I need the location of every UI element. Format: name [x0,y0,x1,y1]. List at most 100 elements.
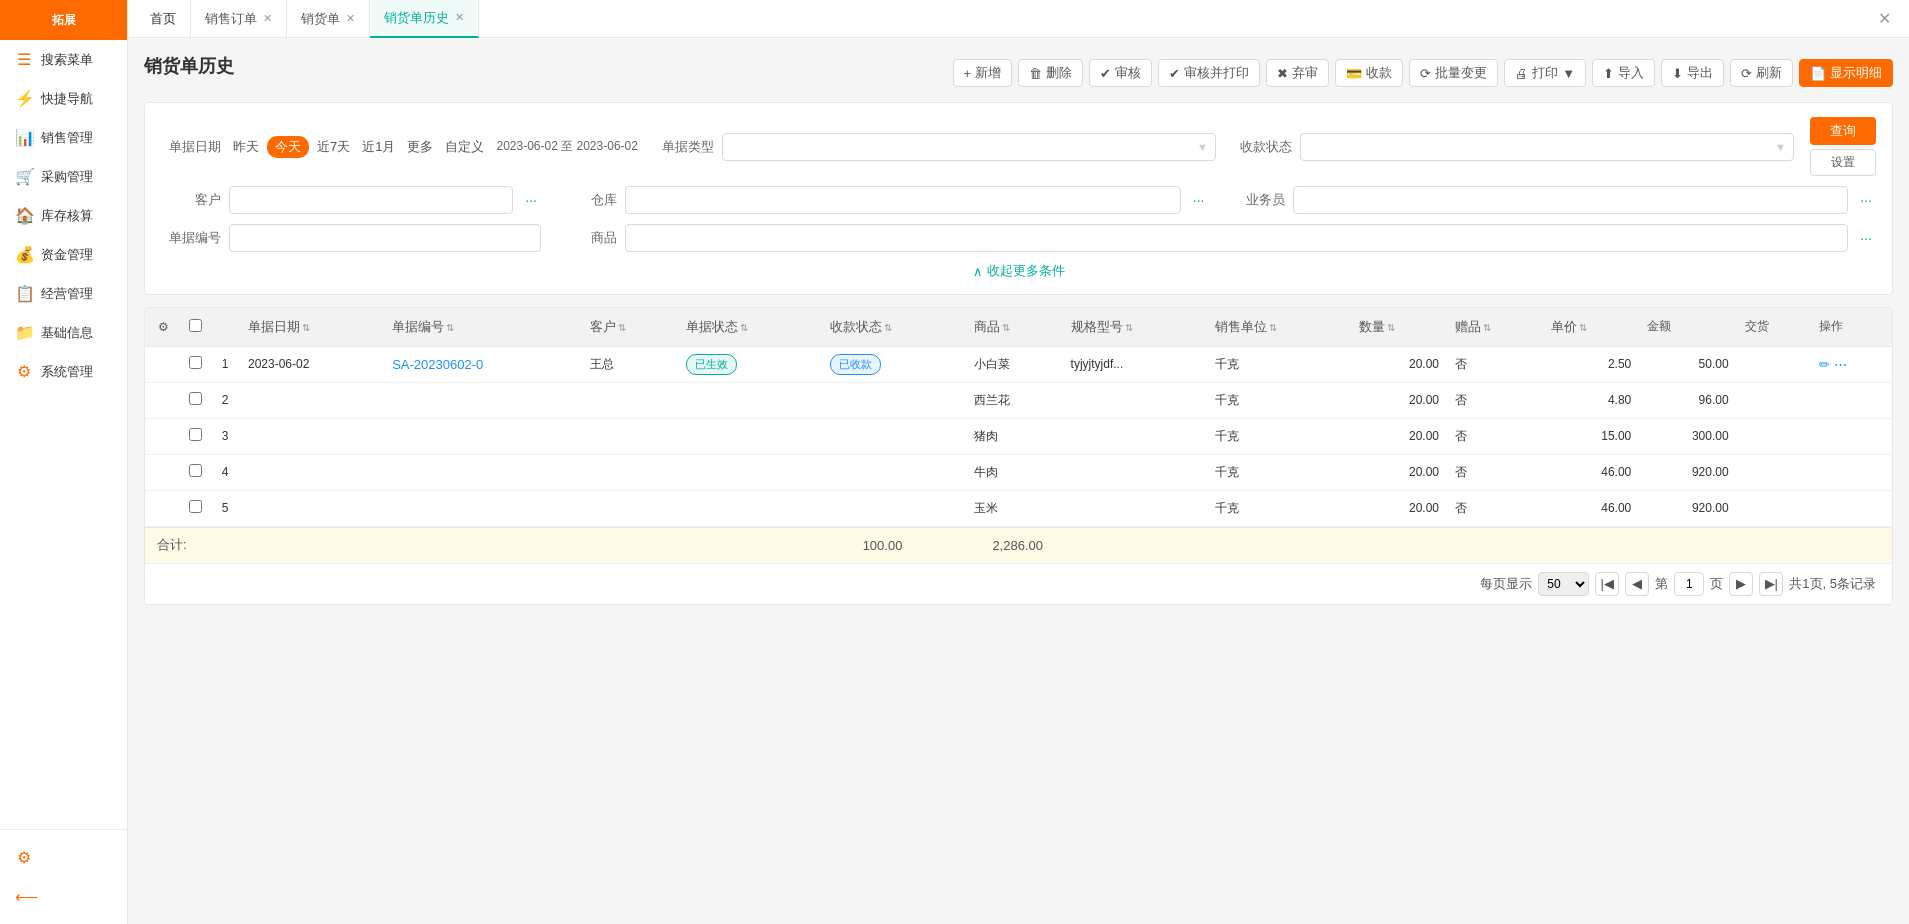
prev-page-btn[interactable]: ◀ [1625,572,1649,596]
more-action-icon[interactable]: ⋯ [1834,357,1847,372]
gear-column-header[interactable]: ⚙ [145,308,181,346]
sidebar-item-base-info[interactable]: 📁 基础信息 [0,313,127,352]
row-checkbox[interactable] [181,346,210,382]
row-action [1811,454,1892,490]
page-size-select[interactable]: 20 50 100 [1538,572,1589,596]
row-goods: 西兰花 [966,382,1062,418]
row-checkbox[interactable] [181,490,210,526]
sidebar-collapse-icon[interactable]: ⟵ [0,877,127,916]
staff-input[interactable] [1293,186,1849,214]
doc-type-input[interactable] [722,133,1216,161]
sidebar-item-stock-calc[interactable]: 🏠 库存核算 [0,196,127,235]
date-today[interactable]: 今天 [267,136,309,158]
doc-status-column-header[interactable]: 单据状态⇅ [678,308,822,346]
row-qty: 20.00 [1351,382,1447,418]
tab-sales-goods[interactable]: 销货单 ✕ [287,0,370,38]
audit-button[interactable]: ✔ 审核 [1089,59,1152,87]
row-doc-date [240,490,384,526]
show-detail-button[interactable]: 📄 显示明细 [1799,59,1893,87]
customer-sort-icon: ⇅ [618,322,626,333]
delete-button[interactable]: 🗑 删除 [1018,59,1083,87]
receive-button[interactable]: 💳 收款 [1335,59,1403,87]
date-yesterday[interactable]: 昨天 [229,136,263,158]
setting-button[interactable]: 设置 [1810,149,1876,176]
pay-status-column-header[interactable]: 收款状态⇅ [822,308,966,346]
row-gear [145,382,181,418]
biz-icon: 📋 [15,284,33,303]
pay-status-input[interactable] [1300,133,1794,161]
last-page-btn[interactable]: ▶| [1759,572,1783,596]
refresh-label: 刷新 [1756,64,1782,82]
edit-action-icon[interactable]: ✏ [1819,357,1830,372]
collapse-row[interactable]: ∧ 收起更多条件 [161,262,1876,280]
page-num-input[interactable] [1674,572,1704,596]
row-checkbox[interactable] [181,382,210,418]
delete-label: 删除 [1046,64,1072,82]
goods-column-header[interactable]: 商品⇅ [966,308,1062,346]
sidebar-item-quick-nav[interactable]: ⚡ 快捷导航 [0,79,127,118]
tab-sales-order-close[interactable]: ✕ [263,12,272,25]
next-page-btn[interactable]: ▶ [1729,572,1753,596]
sidebar-item-search-menu[interactable]: ☰ 搜索菜单 [0,40,127,79]
audit-print-button[interactable]: ✔ 审核并打印 [1158,59,1260,87]
doc-num-input[interactable] [229,224,541,252]
row-doc-status: 已生效 [678,346,822,382]
price-column-header[interactable]: 单价⇅ [1543,308,1639,346]
first-page-btn[interactable]: |◀ [1595,572,1619,596]
customer-more-btn[interactable]: ··· [521,192,541,208]
warehouse-input[interactable] [625,186,1181,214]
date-7days[interactable]: 近7天 [313,136,354,158]
tab-sales-history[interactable]: 销货单历史 ✕ [370,0,479,38]
tab-sales-goods-label: 销货单 [301,10,340,28]
doc-num-label: 单据编号 [161,229,221,247]
customer-input[interactable] [229,186,513,214]
batch-change-button[interactable]: ⟳ 批量变更 [1409,59,1498,87]
add-label: 新增 [975,64,1001,82]
date-more[interactable]: 更多 [403,136,437,158]
sidebar-item-purchase-mgmt[interactable]: 🛒 采购管理 [0,157,127,196]
goods-input[interactable] [625,224,1848,252]
row-doc-num [384,454,582,490]
row-amount: 50.00 [1639,346,1736,382]
tab-sales-goods-close[interactable]: ✕ [346,12,355,25]
import-button[interactable]: ⬆ 导入 [1592,59,1655,87]
spec-column-header[interactable]: 规格型号⇅ [1063,308,1207,346]
sidebar-item-biz-mgmt[interactable]: 📋 经营管理 [0,274,127,313]
tab-sales-history-close[interactable]: ✕ [455,11,464,24]
customer-column-header[interactable]: 客户⇅ [582,308,678,346]
row-customer: 王总 [582,346,678,382]
row-checkbox[interactable] [181,454,210,490]
doc-num-column-header[interactable]: 单据编号⇅ [384,308,582,346]
row-checkbox[interactable] [181,418,210,454]
query-button[interactable]: 查询 [1810,117,1876,145]
export-button[interactable]: ⬇ 导出 [1661,59,1724,87]
row-price: 46.00 [1543,490,1639,526]
sidebar-item-sales-mgmt[interactable]: 📊 销售管理 [0,118,127,157]
tab-home-label: 首页 [150,10,176,28]
refresh-button[interactable]: ⟳ 刷新 [1730,59,1793,87]
doc-date-column-header[interactable]: 单据日期⇅ [240,308,384,346]
gift-column-header[interactable]: 赠品⇅ [1447,308,1543,346]
select-all-checkbox[interactable] [189,319,202,332]
tab-sales-order[interactable]: 销售订单 ✕ [191,0,287,38]
sidebar-item-finance-mgmt[interactable]: 💰 资金管理 [0,235,127,274]
discard-button[interactable]: ✖ 弃审 [1266,59,1329,87]
add-button[interactable]: + 新增 [953,59,1013,87]
receive-icon: 💳 [1346,66,1362,81]
sidebar-settings-icon[interactable]: ⚙ [0,838,127,877]
qty-column-header[interactable]: 数量⇅ [1351,308,1447,346]
sidebar-item-sys-mgmt[interactable]: ⚙ 系统管理 [0,352,127,391]
warehouse-more-btn[interactable]: ··· [1189,192,1209,208]
doc-num-link[interactable]: SA-20230602-0 [392,357,483,372]
goods-more-btn[interactable]: ··· [1856,230,1876,246]
audit-label: 审核 [1115,64,1141,82]
unit-column-header[interactable]: 销售单位⇅ [1207,308,1351,346]
staff-more-btn[interactable]: ··· [1856,192,1876,208]
tab-bar-close[interactable]: ✕ [1868,9,1901,28]
row-amount: 920.00 [1639,454,1736,490]
tab-home[interactable]: 首页 [136,0,191,38]
print-button[interactable]: 🖨 打印 ▼ [1504,59,1586,87]
date-1month[interactable]: 近1月 [358,136,399,158]
date-custom[interactable]: 自定义 [441,136,488,158]
row-doc-num: SA-20230602-0 [384,346,582,382]
